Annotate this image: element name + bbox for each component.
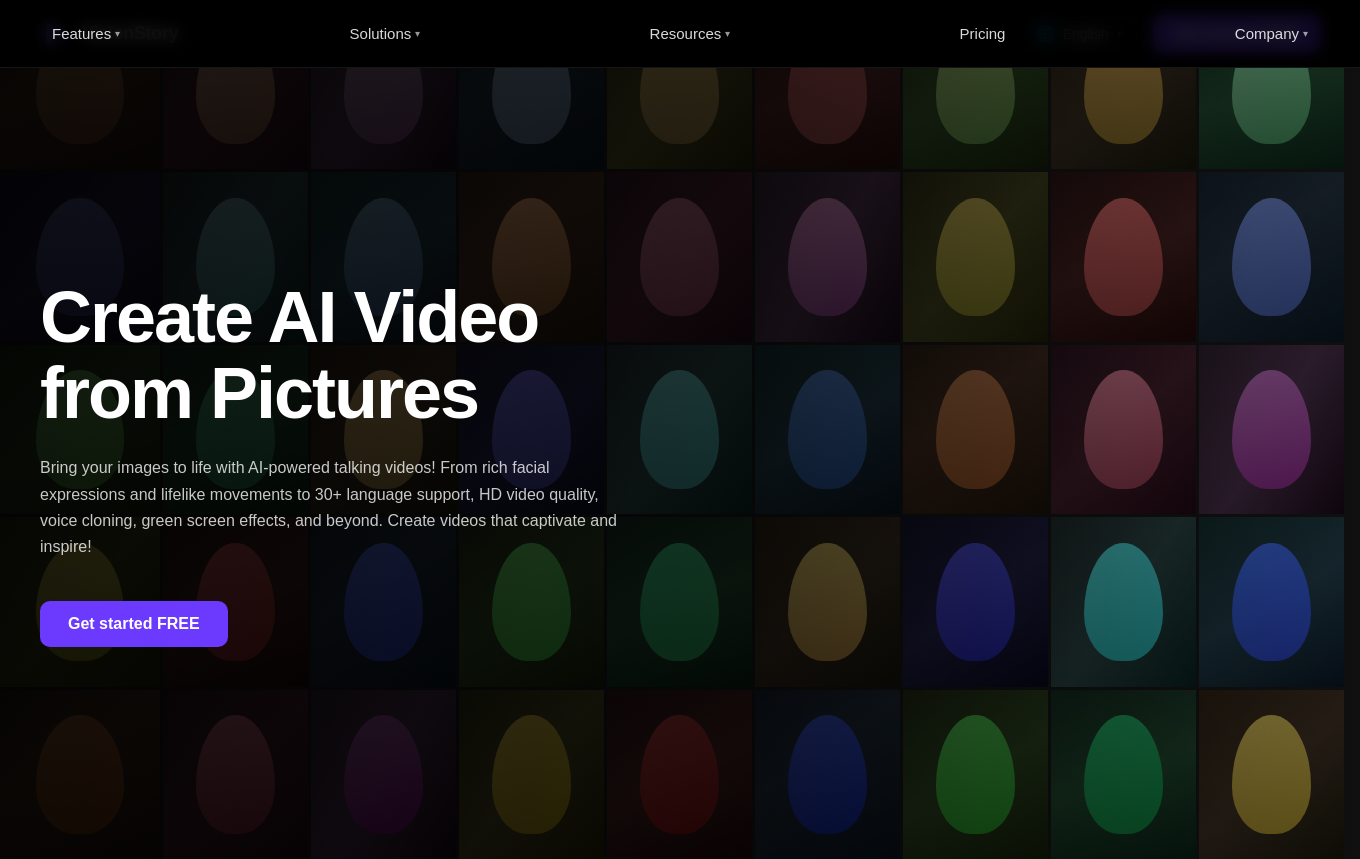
nav-item-pricing[interactable]: Pricing <box>948 17 1018 50</box>
chevron-icon: ▾ <box>725 28 730 39</box>
hero-cta-button[interactable]: Get started FREE <box>40 601 228 647</box>
nav-item-resources[interactable]: Resources ▾ <box>638 17 743 50</box>
hero-content: Create AI Video from Pictures Bring your… <box>0 280 660 647</box>
nav-item-solutions[interactable]: Solutions ▾ <box>338 17 433 50</box>
nav-links: Features ▾ Solutions ▾ Resources ▾ Prici… <box>0 0 1360 68</box>
navbar: VisionStory Features ▾ Solutions ▾ Resou… <box>0 0 1360 68</box>
chevron-icon: ▾ <box>1303 28 1308 39</box>
hero-subtitle: Bring your images to life with AI-powere… <box>40 455 620 561</box>
chevron-icon: ▾ <box>115 28 120 39</box>
hero-title: Create AI Video from Pictures <box>40 280 620 431</box>
hero-section: Create AI Video from Pictures Bring your… <box>0 0 1360 859</box>
nav-left: VisionStory Features ▾ Solutions ▾ Resou… <box>40 18 178 50</box>
nav-item-company[interactable]: Company ▾ <box>1223 17 1320 50</box>
chevron-icon: ▾ <box>415 28 420 39</box>
nav-item-features[interactable]: Features ▾ <box>40 17 132 50</box>
